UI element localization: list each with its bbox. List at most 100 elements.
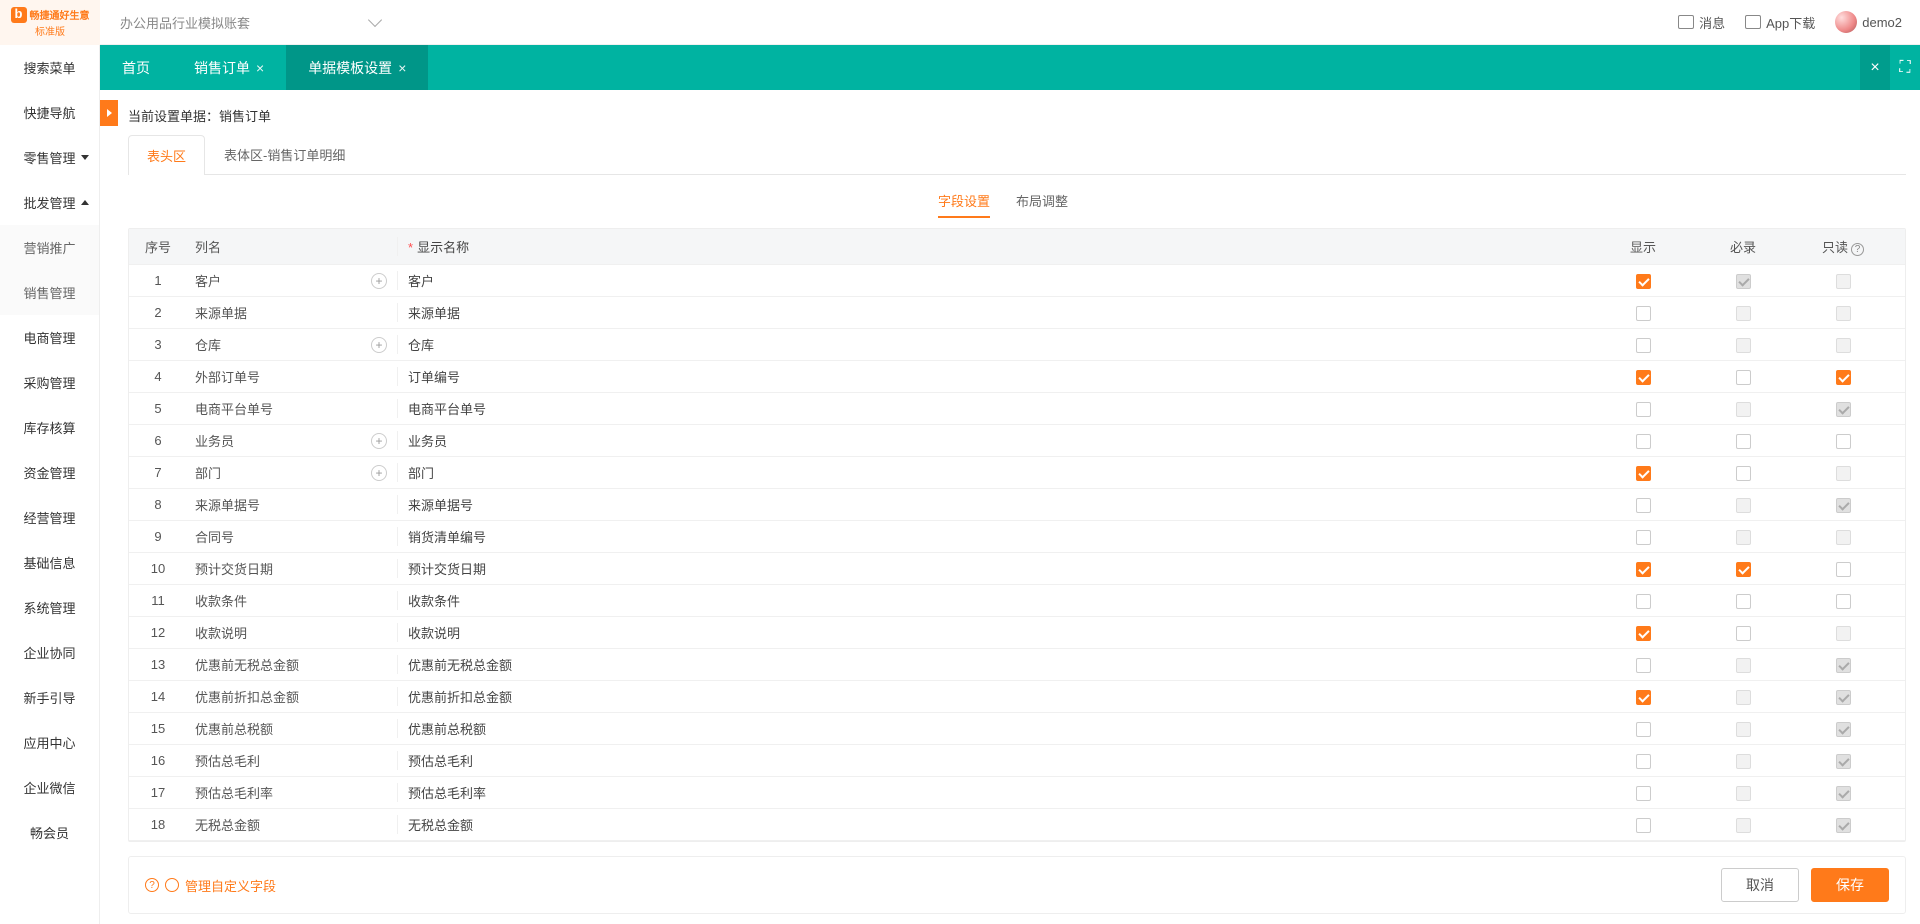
- ledger-select[interactable]: 办公用品行业模拟账套: [120, 13, 380, 32]
- cell-display-name[interactable]: 电商平台单号: [397, 399, 1593, 418]
- cell-display-name[interactable]: 优惠前总税额: [397, 719, 1593, 738]
- sidebar-item-appcenter[interactable]: 应用中心: [0, 720, 99, 765]
- cell-display-name[interactable]: 客户: [397, 271, 1593, 290]
- cell-display-name[interactable]: 来源单据: [397, 303, 1593, 322]
- sidebar-item-funds[interactable]: 资金管理: [0, 450, 99, 495]
- close-all-button[interactable]: ×: [1860, 45, 1890, 90]
- sidebar-item-system[interactable]: 系统管理: [0, 585, 99, 630]
- cell-display-name[interactable]: 收款条件: [397, 591, 1593, 610]
- messages-link[interactable]: 消息: [1678, 13, 1725, 32]
- fullscreen-button[interactable]: ⛶: [1890, 45, 1920, 90]
- cell-show: [1593, 432, 1693, 448]
- checkbox[interactable]: [1636, 530, 1651, 545]
- cell-display-name[interactable]: 优惠前折扣总金额: [397, 687, 1593, 706]
- manage-custom-fields-link[interactable]: ? 管理自定义字段: [145, 876, 276, 895]
- checkbox[interactable]: [1636, 498, 1651, 513]
- checkbox[interactable]: [1636, 818, 1651, 833]
- tab-sales-order[interactable]: 销售订单 ×: [172, 45, 286, 90]
- sidebar-item-purchase[interactable]: 采购管理: [0, 360, 99, 405]
- app-download-link[interactable]: App下载: [1745, 13, 1815, 32]
- checkbox[interactable]: [1636, 594, 1651, 609]
- cell-display-name[interactable]: 部门: [397, 463, 1593, 482]
- cell-seq: 13: [129, 657, 187, 672]
- checkbox[interactable]: [1636, 626, 1651, 641]
- sidebar-item-collab[interactable]: 企业协同: [0, 630, 99, 675]
- close-icon[interactable]: ×: [398, 60, 406, 76]
- checkbox[interactable]: [1636, 402, 1651, 417]
- area-tab-header[interactable]: 表头区: [128, 135, 205, 175]
- checkbox[interactable]: [1836, 562, 1851, 577]
- checkbox[interactable]: [1836, 370, 1851, 385]
- sidebar-item-wecom[interactable]: 企业微信: [0, 765, 99, 810]
- checkbox[interactable]: [1636, 690, 1651, 705]
- cell-show: [1593, 336, 1693, 352]
- checkbox[interactable]: [1636, 466, 1651, 481]
- help-icon[interactable]: ?: [1851, 243, 1864, 256]
- sidebar-item-wholesale[interactable]: 批发管理: [0, 180, 99, 225]
- checkbox[interactable]: [1636, 370, 1651, 385]
- tab-home[interactable]: 首页: [100, 45, 172, 90]
- tab-template-settings[interactable]: 单据模板设置 ×: [286, 45, 428, 90]
- sidebar-sub-sales[interactable]: 销售管理: [0, 270, 99, 315]
- checkbox[interactable]: [1636, 338, 1651, 353]
- cell-display-name[interactable]: 业务员: [397, 431, 1593, 450]
- sidebar-item-basicinfo[interactable]: 基础信息: [0, 540, 99, 585]
- checkbox[interactable]: [1636, 658, 1651, 673]
- cell-required: [1693, 400, 1793, 416]
- sidebar-item-member[interactable]: 畅会员: [0, 810, 99, 855]
- checkbox: [1736, 786, 1751, 801]
- cell-display-name[interactable]: 预估总毛利率: [397, 783, 1593, 802]
- cell-display-name[interactable]: 优惠前无税总金额: [397, 655, 1593, 674]
- checkbox[interactable]: [1736, 562, 1751, 577]
- add-icon[interactable]: +: [371, 433, 387, 449]
- checkbox[interactable]: [1636, 754, 1651, 769]
- sidebar-item-operation[interactable]: 经营管理: [0, 495, 99, 540]
- checkbox[interactable]: [1736, 626, 1751, 641]
- cell-readonly: [1793, 624, 1893, 640]
- cell-required: [1693, 272, 1793, 288]
- checkbox[interactable]: [1836, 594, 1851, 609]
- checkbox[interactable]: [1736, 370, 1751, 385]
- user-menu[interactable]: demo2: [1835, 11, 1902, 33]
- checkbox[interactable]: [1736, 466, 1751, 481]
- cell-display-name[interactable]: 订单编号: [397, 367, 1593, 386]
- sidebar-item-quicknav[interactable]: 快捷导航: [0, 90, 99, 135]
- cell-required: [1693, 336, 1793, 352]
- cell-display-name[interactable]: 收款说明: [397, 623, 1593, 642]
- cell-col-name: 部门+: [187, 463, 397, 482]
- cell-display-name[interactable]: 销货清单编号: [397, 527, 1593, 546]
- cell-display-name[interactable]: 来源单据号: [397, 495, 1593, 514]
- save-button[interactable]: 保存: [1811, 868, 1889, 902]
- checkbox[interactable]: [1636, 434, 1651, 449]
- sidebar-item-ecommerce[interactable]: 电商管理: [0, 315, 99, 360]
- checkbox[interactable]: [1736, 434, 1751, 449]
- checkbox[interactable]: [1636, 306, 1651, 321]
- cell-readonly: [1793, 432, 1893, 448]
- area-tabs: 表头区 表体区-销售订单明细: [128, 134, 1906, 175]
- cell-display-name[interactable]: 无税总金额: [397, 815, 1593, 834]
- cell-readonly: [1793, 496, 1893, 512]
- sub-tab-layout[interactable]: 布局调整: [1016, 191, 1068, 218]
- sidebar-sub-marketing[interactable]: 营销推广: [0, 225, 99, 270]
- checkbox[interactable]: [1836, 434, 1851, 449]
- cell-display-name[interactable]: 预计交货日期: [397, 559, 1593, 578]
- cell-display-name[interactable]: 预估总毛利: [397, 751, 1593, 770]
- close-icon[interactable]: ×: [256, 60, 264, 76]
- sub-tab-fields[interactable]: 字段设置: [938, 191, 990, 218]
- drawer-toggle[interactable]: [100, 100, 118, 126]
- checkbox[interactable]: [1636, 274, 1651, 289]
- sidebar-item-search[interactable]: 搜索菜单: [0, 45, 99, 90]
- sidebar-item-retail[interactable]: 零售管理: [0, 135, 99, 180]
- checkbox[interactable]: [1636, 722, 1651, 737]
- cancel-button[interactable]: 取消: [1721, 868, 1799, 902]
- sidebar-item-inventory[interactable]: 库存核算: [0, 405, 99, 450]
- area-tab-body[interactable]: 表体区-销售订单明细: [205, 134, 364, 174]
- cell-display-name[interactable]: 仓库: [397, 335, 1593, 354]
- sidebar-item-guide[interactable]: 新手引导: [0, 675, 99, 720]
- checkbox[interactable]: [1736, 594, 1751, 609]
- add-icon[interactable]: +: [371, 337, 387, 353]
- checkbox[interactable]: [1636, 562, 1651, 577]
- add-icon[interactable]: +: [371, 465, 387, 481]
- add-icon[interactable]: +: [371, 273, 387, 289]
- checkbox[interactable]: [1636, 786, 1651, 801]
